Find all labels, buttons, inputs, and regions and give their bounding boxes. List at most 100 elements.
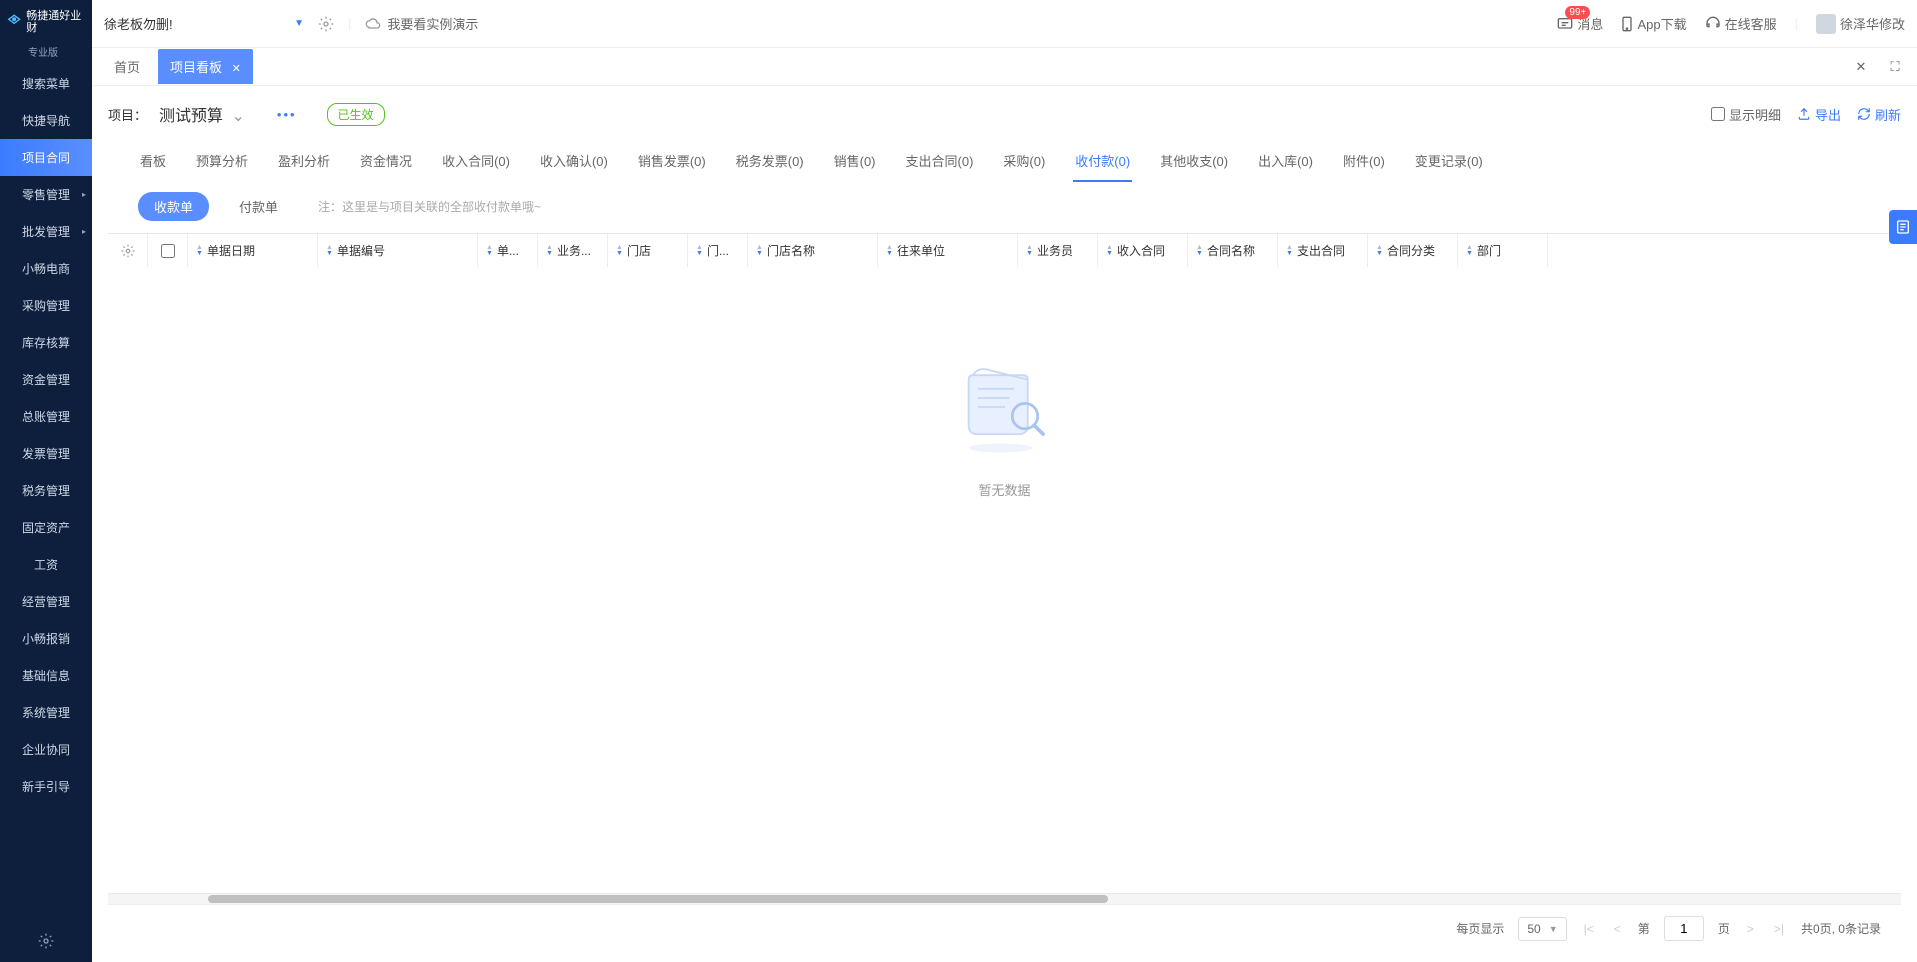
column-header[interactable]: ▲▼部门	[1458, 234, 1548, 267]
sidebar-item-2[interactable]: 项目合同	[0, 139, 92, 176]
tab-project-board[interactable]: 项目看板 ✕	[158, 49, 253, 84]
tab-home[interactable]: 首页	[102, 49, 152, 84]
user-menu[interactable]: 徐泽华修改	[1816, 14, 1905, 34]
sidebar-item-0[interactable]: 搜索菜单	[0, 65, 92, 102]
brand-edition: 专业版	[0, 44, 92, 65]
column-header[interactable]: ▲▼门店名称	[748, 234, 878, 267]
feedback-button[interactable]	[1889, 210, 1917, 244]
column-header[interactable]: ▲▼收入合同	[1098, 234, 1188, 267]
receipt-tab[interactable]: 收款单	[138, 192, 209, 221]
page-input[interactable]	[1664, 916, 1704, 941]
column-header[interactable]: ▲▼单据编号	[318, 234, 478, 267]
messages-button[interactable]: 99+ 消息	[1557, 14, 1603, 33]
sub-note: 注：这里是与项目关联的全部收付款单哦~	[318, 198, 541, 215]
column-header[interactable]: ▲▼门店	[608, 234, 688, 267]
section-tab-2[interactable]: 盈利分析	[276, 141, 332, 182]
select-all-checkbox[interactable]	[148, 234, 188, 267]
section-tab-13[interactable]: 出入库(0)	[1256, 141, 1315, 182]
org-name: 徐老板勿删!	[104, 14, 173, 33]
settings-icon[interactable]	[38, 933, 54, 949]
sidebar-item-1[interactable]: 快捷导航	[0, 102, 92, 139]
column-header[interactable]: ▲▼业务...	[538, 234, 608, 267]
sidebar: 畅捷通好业财 专业版 搜索菜单快捷导航项目合同零售管理▸批发管理▸小畅电商采购管…	[0, 0, 92, 962]
section-tab-8[interactable]: 销售(0)	[832, 141, 878, 182]
payment-tab[interactable]: 付款单	[223, 192, 294, 221]
sidebar-item-label: 企业协同	[22, 741, 70, 758]
section-tab-9[interactable]: 支出合同(0)	[904, 141, 976, 182]
project-name[interactable]: 测试预算 ⌄	[159, 102, 245, 126]
header-actions: 99+ 消息 App下载 在线客服 | 徐泽华修改	[1557, 14, 1905, 34]
sort-icon: ▲▼	[1286, 245, 1293, 257]
sidebar-item-9[interactable]: 总账管理	[0, 398, 92, 435]
column-header[interactable]: ▲▼合同分类	[1368, 234, 1458, 267]
sidebar-item-13[interactable]: 工资	[0, 546, 92, 583]
refresh-button[interactable]: 刷新	[1857, 105, 1901, 124]
sidebar-item-4[interactable]: 批发管理▸	[0, 213, 92, 250]
per-page-label: 每页显示	[1456, 920, 1504, 937]
section-tab-5[interactable]: 收入确认(0)	[538, 141, 610, 182]
section-tab-4[interactable]: 收入合同(0)	[440, 141, 512, 182]
section-tab-0[interactable]: 看板	[138, 141, 168, 182]
sidebar-item-label: 库存核算	[22, 334, 70, 351]
demo-link[interactable]: 我要看实例演示	[365, 14, 478, 33]
org-settings-icon[interactable]	[318, 16, 334, 32]
show-detail-input[interactable]	[1711, 107, 1725, 121]
sidebar-item-3[interactable]: 零售管理▸	[0, 176, 92, 213]
section-tab-14[interactable]: 附件(0)	[1341, 141, 1387, 182]
fullscreen-icon[interactable]: ⛶	[1883, 59, 1907, 75]
column-header[interactable]: ▲▼单...	[478, 234, 538, 267]
column-header[interactable]: ▲▼支出合同	[1278, 234, 1368, 267]
sidebar-item-10[interactable]: 发票管理	[0, 435, 92, 472]
more-actions-icon[interactable]: •••	[277, 107, 297, 122]
column-header[interactable]: ▲▼合同名称	[1188, 234, 1278, 267]
next-page-button[interactable]: >	[1744, 922, 1757, 936]
chevron-right-icon: ▸	[82, 227, 86, 236]
sidebar-item-19[interactable]: 新手引导	[0, 768, 92, 805]
sidebar-item-8[interactable]: 资金管理	[0, 361, 92, 398]
section-tab-1[interactable]: 预算分析	[194, 141, 250, 182]
sidebar-item-14[interactable]: 经营管理	[0, 583, 92, 620]
sidebar-item-label: 小畅电商	[22, 260, 70, 277]
close-icon[interactable]: ✕	[232, 63, 241, 75]
org-selector[interactable]: 徐老板勿删! ▼	[104, 14, 304, 33]
per-page-select[interactable]: 50 ▼	[1518, 917, 1566, 941]
table-container: ▲▼单据日期▲▼单据编号▲▼单...▲▼业务...▲▼门店▲▼门...▲▼门店名…	[108, 233, 1901, 894]
sidebar-item-label: 项目合同	[22, 149, 70, 166]
sidebar-item-12[interactable]: 固定资产	[0, 509, 92, 546]
column-settings[interactable]	[108, 234, 148, 267]
last-page-button[interactable]: >|	[1771, 922, 1787, 936]
section-tab-15[interactable]: 变更记录(0)	[1413, 141, 1485, 182]
section-tab-11[interactable]: 收付款(0)	[1073, 141, 1132, 182]
section-tab-7[interactable]: 税务发票(0)	[734, 141, 806, 182]
support-button[interactable]: 在线客服	[1705, 14, 1777, 33]
app-download-button[interactable]: App下载	[1621, 14, 1686, 33]
sidebar-item-18[interactable]: 企业协同	[0, 731, 92, 768]
section-tab-10[interactable]: 采购(0)	[1001, 141, 1047, 182]
column-header[interactable]: ▲▼单据日期	[188, 234, 318, 267]
export-button[interactable]: 导出	[1797, 105, 1841, 124]
sidebar-item-17[interactable]: 系统管理	[0, 694, 92, 731]
sidebar-item-11[interactable]: 税务管理	[0, 472, 92, 509]
column-header[interactable]: ▲▼门...	[688, 234, 748, 267]
sidebar-item-5[interactable]: 小畅电商	[0, 250, 92, 287]
prev-page-button[interactable]: <	[1611, 922, 1624, 936]
table-header: ▲▼单据日期▲▼单据编号▲▼单...▲▼业务...▲▼门店▲▼门...▲▼门店名…	[108, 234, 1901, 267]
section-tab-6[interactable]: 销售发票(0)	[636, 141, 708, 182]
sidebar-item-16[interactable]: 基础信息	[0, 657, 92, 694]
scrollbar-thumb[interactable]	[208, 895, 1108, 903]
sidebar-item-15[interactable]: 小畅报销	[0, 620, 92, 657]
first-page-button[interactable]: |<	[1581, 922, 1597, 936]
horizontal-scrollbar[interactable]	[108, 894, 1901, 904]
section-tab-12[interactable]: 其他收支(0)	[1158, 141, 1230, 182]
sort-icon: ▲▼	[326, 245, 333, 257]
sidebar-item-7[interactable]: 库存核算	[0, 324, 92, 361]
sidebar-item-6[interactable]: 采购管理	[0, 287, 92, 324]
show-detail-checkbox[interactable]: 显示明细	[1711, 105, 1781, 124]
gear-icon	[121, 244, 135, 258]
section-tab-3[interactable]: 资金情况	[358, 141, 414, 182]
close-all-icon[interactable]: ✕	[1849, 59, 1873, 75]
column-header[interactable]: ▲▼往来单位	[878, 234, 1018, 267]
sidebar-item-label: 快捷导航	[22, 112, 70, 129]
sort-icon: ▲▼	[486, 245, 493, 257]
column-header[interactable]: ▲▼业务员	[1018, 234, 1098, 267]
